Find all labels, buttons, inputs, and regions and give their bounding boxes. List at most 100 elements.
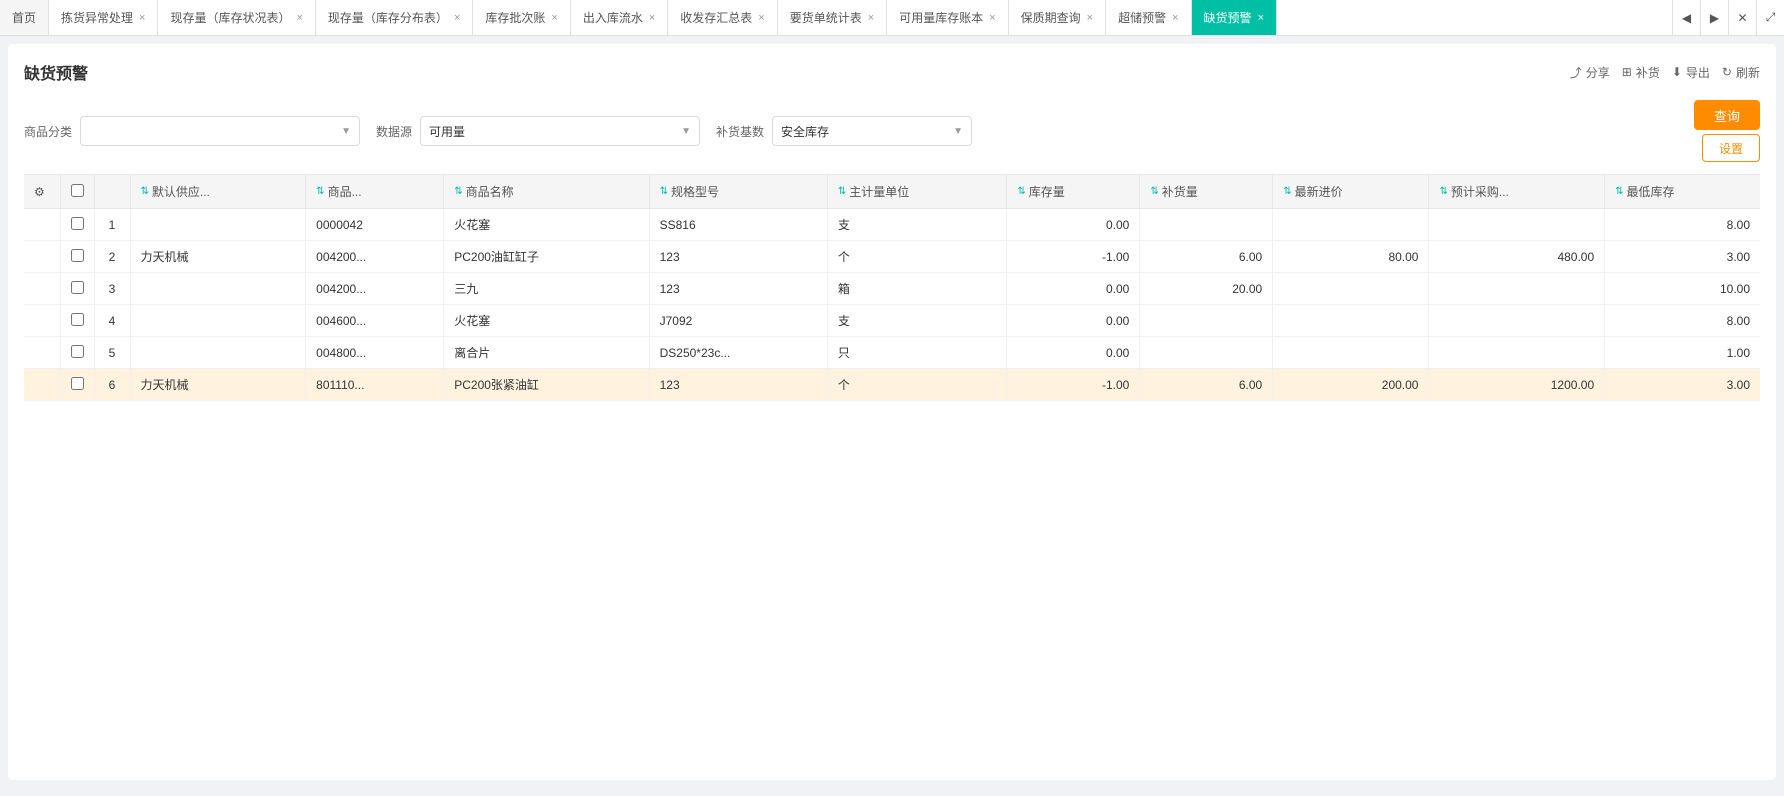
cell-check <box>60 305 94 337</box>
cell-num: 6 <box>94 369 130 401</box>
cell-stock: 0.00 <box>1007 209 1140 241</box>
row-checkbox[interactable] <box>71 377 84 390</box>
tab-expand-button[interactable]: ⤢ <box>1756 0 1784 36</box>
col-header-estimated-purchase[interactable]: ⇅ 预计采购... <box>1429 175 1605 209</box>
datasource-select[interactable]: 可用量 ▼ <box>420 116 700 146</box>
cell-replenish-qty <box>1140 209 1273 241</box>
tab-receive-summary-label: 收发存汇总表 <box>680 9 752 26</box>
tab-next-button[interactable]: ▶ <box>1700 0 1728 36</box>
cell-supplier <box>130 337 306 369</box>
col-header-gear[interactable]: ⚙ <box>24 175 60 209</box>
tab-requisition-stat[interactable]: 要货单统计表 × <box>778 0 887 35</box>
col-label-stock: 库存量 <box>1029 183 1065 200</box>
tab-close-all-button[interactable]: ✕ <box>1728 0 1756 36</box>
tab-inventory-status[interactable]: 现存量（库存状况表） × <box>158 0 315 35</box>
row-checkbox[interactable] <box>71 345 84 358</box>
tab-navigation: ◀ ▶ ✕ ⤢ <box>1672 0 1784 36</box>
col-label-latest-price: 最新进价 <box>1295 183 1343 200</box>
sort-price-icon: ⇅ <box>1283 186 1291 197</box>
sort-min-stock-icon: ⇅ <box>1615 186 1623 197</box>
cell-estimated-purchase: 480.00 <box>1429 241 1605 273</box>
col-header-spec[interactable]: ⇅ 规格型号 <box>649 175 827 209</box>
sort-stock-icon: ⇅ <box>1017 186 1025 197</box>
col-header-latest-price[interactable]: ⇅ 最新进价 <box>1273 175 1429 209</box>
tab-available-ledger[interactable]: 可用量库存账本 × <box>887 0 1008 35</box>
tab-inventory-status-close[interactable]: × <box>296 12 302 24</box>
tab-overstock-close[interactable]: × <box>1172 12 1178 24</box>
tab-expiry-query[interactable]: 保质期查询 × <box>1009 0 1106 35</box>
tab-anomaly[interactable]: 拣货异常处理 × <box>49 0 158 35</box>
tab-requisition-stat-close[interactable]: × <box>868 12 874 24</box>
col-header-min-stock[interactable]: ⇅ 最低库存 <box>1605 175 1760 209</box>
tab-batch-account-close[interactable]: × <box>551 12 557 24</box>
datasource-filter-group: 数据源 可用量 ▼ <box>376 116 700 146</box>
cell-supplier <box>130 273 306 305</box>
settings-button[interactable]: 设置 <box>1702 134 1760 162</box>
tab-inventory-dist-close[interactable]: × <box>454 12 460 24</box>
sort-supplier-icon: ⇅ <box>141 186 149 197</box>
cell-stock: 0.00 <box>1007 305 1140 337</box>
share-button[interactable]: ⤴ 分享 <box>1570 64 1610 81</box>
tab-anomaly-close[interactable]: × <box>139 12 145 24</box>
category-select[interactable]: ▼ <box>80 116 360 146</box>
category-filter-label: 商品分类 <box>24 123 72 140</box>
cell-replenish-qty: 6.00 <box>1140 241 1273 273</box>
cell-check <box>60 209 94 241</box>
tab-bar: 首页 拣货异常处理 × 现存量（库存状况表） × 现存量（库存分布表） × 库存… <box>0 0 1784 36</box>
tab-flow-close[interactable]: × <box>649 12 655 24</box>
cell-gear <box>24 273 60 305</box>
row-checkbox[interactable] <box>71 249 84 262</box>
cell-code: 801110... <box>306 369 444 401</box>
tab-shortage[interactable]: 缺货预警 × <box>1192 0 1277 35</box>
replenish-base-select[interactable]: 安全库存 ▼ <box>772 116 972 146</box>
tab-inventory-dist[interactable]: 现存量（库存分布表） × <box>316 0 473 35</box>
row-checkbox[interactable] <box>71 281 84 294</box>
sort-unit-icon: ⇅ <box>838 186 846 197</box>
tab-batch-account[interactable]: 库存批次账 × <box>473 0 570 35</box>
category-chevron-down-icon: ▼ <box>341 126 351 137</box>
tab-shortage-close[interactable]: × <box>1258 12 1264 24</box>
cell-supplier <box>130 209 306 241</box>
cell-unit: 支 <box>827 305 1007 337</box>
cell-name: PC200油缸缸子 <box>444 241 649 273</box>
col-header-replenish-qty[interactable]: ⇅ 补货量 <box>1140 175 1273 209</box>
tab-home[interactable]: 首页 <box>0 0 49 35</box>
refresh-button[interactable]: ↻ 刷新 <box>1722 64 1760 81</box>
cell-gear <box>24 209 60 241</box>
select-all-checkbox[interactable] <box>71 184 84 197</box>
col-header-product-name[interactable]: ⇅ 商品名称 <box>444 175 649 209</box>
tab-receive-summary[interactable]: 收发存汇总表 × <box>668 0 777 35</box>
query-button[interactable]: 查询 <box>1694 100 1760 130</box>
cell-min-stock: 3.00 <box>1605 369 1760 401</box>
row-checkbox[interactable] <box>71 217 84 230</box>
datasource-chevron-down-icon: ▼ <box>681 126 691 137</box>
tab-flow[interactable]: 出入库流水 × <box>571 0 668 35</box>
tab-prev-button[interactable]: ◀ <box>1672 0 1700 36</box>
cell-num: 2 <box>94 241 130 273</box>
col-header-stock[interactable]: ⇅ 库存量 <box>1007 175 1140 209</box>
col-header-default-supplier[interactable]: ⇅ 默认供应... <box>130 175 306 209</box>
cell-check <box>60 241 94 273</box>
filter-row: 商品分类 ▼ 数据源 可用量 ▼ 补货基数 安全库存 ▼ 查询 设置 <box>24 100 1760 162</box>
cell-unit: 个 <box>827 241 1007 273</box>
tab-receive-summary-close[interactable]: × <box>758 12 764 24</box>
table-row: 6力天机械801110...PC200张紧油缸123个-1.006.00200.… <box>24 369 1760 401</box>
row-checkbox[interactable] <box>71 313 84 326</box>
tab-available-ledger-close[interactable]: × <box>989 12 995 24</box>
col-label-spec: 规格型号 <box>671 183 719 200</box>
col-header-product-code[interactable]: ⇅ 商品... <box>306 175 444 209</box>
tab-expiry-query-close[interactable]: × <box>1087 12 1093 24</box>
replenish-base-filter-label: 补货基数 <box>716 123 764 140</box>
cell-spec: DS250*23c... <box>649 337 827 369</box>
cell-min-stock: 10.00 <box>1605 273 1760 305</box>
replenish-button[interactable]: ⊞ 补货 <box>1622 64 1660 81</box>
col-label-min-stock: 最低库存 <box>1627 183 1675 200</box>
table-row: 3004200...三九123箱0.0020.0010.00 <box>24 273 1760 305</box>
tab-expiry-query-label: 保质期查询 <box>1021 9 1081 26</box>
cell-estimated-purchase <box>1429 273 1605 305</box>
tab-overstock[interactable]: 超储预警 × <box>1106 0 1191 35</box>
export-button[interactable]: ⬇ 导出 <box>1672 64 1710 81</box>
col-label-supplier: 默认供应... <box>152 183 210 200</box>
cell-num: 4 <box>94 305 130 337</box>
col-header-unit[interactable]: ⇅ 主计量单位 <box>827 175 1007 209</box>
